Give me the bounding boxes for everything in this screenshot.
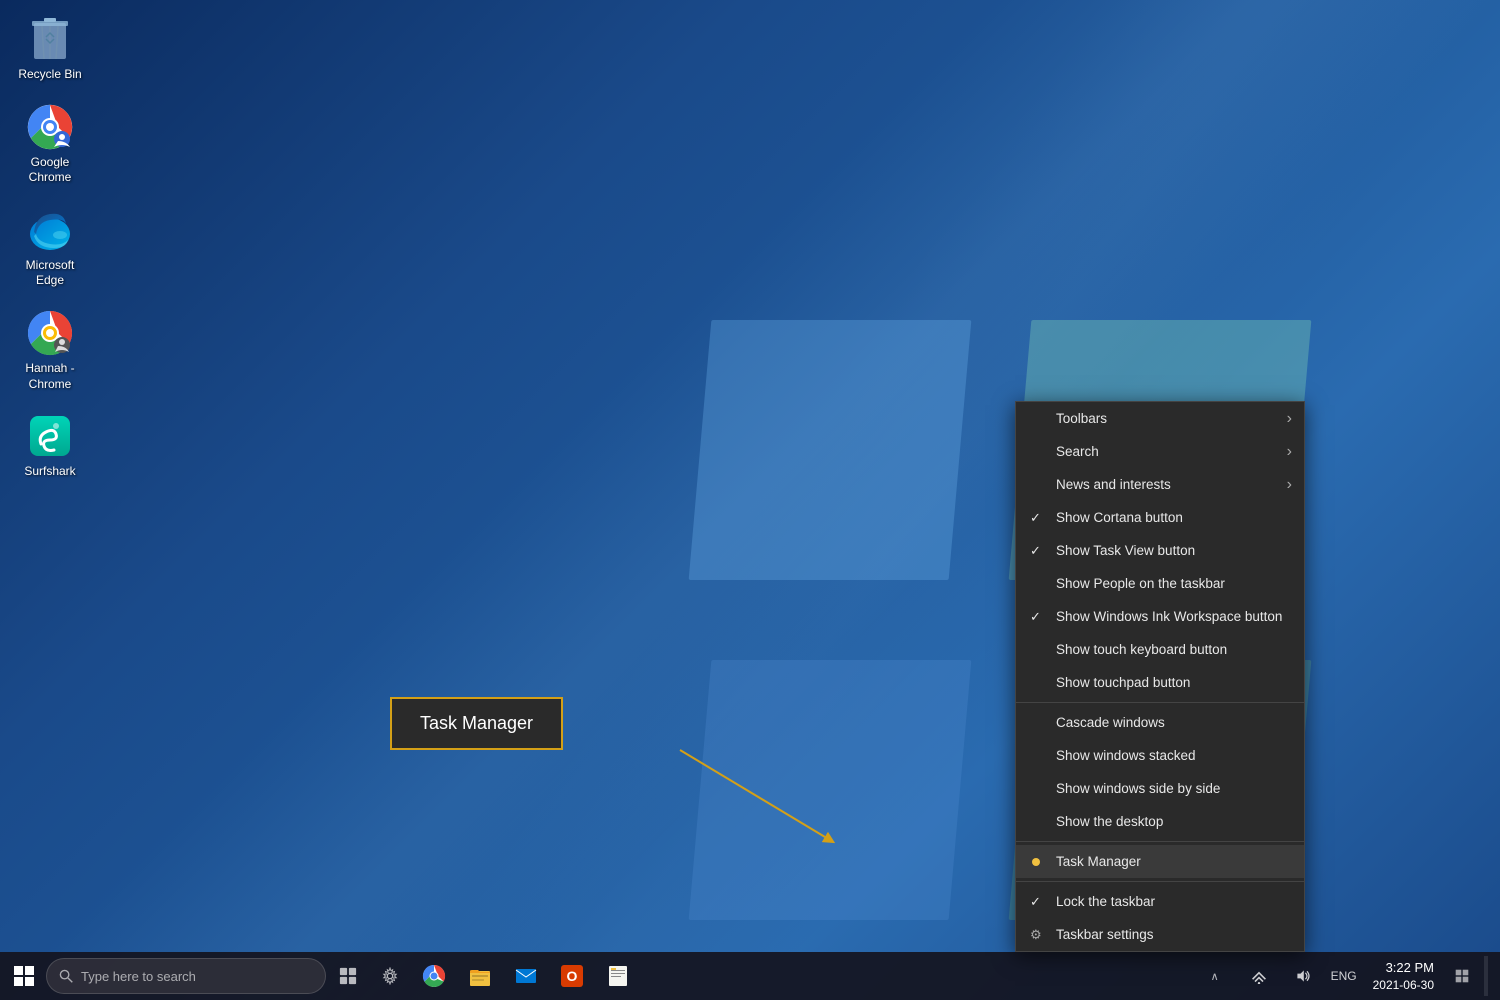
notification-icon (1455, 969, 1469, 983)
edge-image (26, 206, 74, 254)
menu-item-label-touchpad: Show touchpad button (1056, 675, 1190, 690)
taskbar: Type here to search (0, 952, 1500, 1000)
chrome-image (26, 103, 74, 151)
taskbar-mail-icon (514, 964, 538, 988)
svg-text:O: O (567, 968, 578, 984)
menu-item-taskbarsettings[interactable]: ⚙Taskbar settings (1016, 918, 1304, 951)
taskbar-office-app[interactable]: O (550, 954, 594, 998)
menu-item-label-cortana: Show Cortana button (1056, 510, 1183, 525)
taskbar-chrome-app[interactable] (412, 954, 456, 998)
recycle-bin-label: Recycle Bin (18, 67, 81, 83)
menu-item-label-people: Show People on the taskbar (1056, 576, 1225, 591)
hannah-chrome-image (26, 309, 74, 357)
start-button[interactable] (4, 956, 44, 996)
context-menu: Toolbars Search News and interests ✓Show Co… (1015, 401, 1305, 952)
menu-item-label-sidebyside: Show windows side by side (1056, 781, 1220, 796)
volume-svg-icon (1295, 968, 1311, 984)
menu-item-keyboard[interactable]: Show touch keyboard button (1016, 633, 1304, 666)
google-chrome-icon[interactable]: Google Chrome (10, 98, 90, 191)
menu-item-sidebyside[interactable]: Show windows side by side (1016, 772, 1304, 805)
taskbar-notes-app[interactable] (596, 954, 640, 998)
menu-item-toolbars[interactable]: Toolbars (1016, 402, 1304, 435)
task-manager-tooltip: Task Manager (390, 697, 563, 750)
taskbar-explorer-app[interactable] (458, 954, 502, 998)
menu-item-locktaskbar[interactable]: ✓Lock the taskbar (1016, 885, 1304, 918)
menu-divider (1016, 841, 1304, 842)
menu-item-label-taskbarsettings: Taskbar settings (1056, 927, 1154, 942)
system-clock[interactable]: 3:22 PM 2021-06-30 (1365, 957, 1442, 996)
taskbar-right: ∧ ENG 3:22 PM 2021-06-30 (1195, 956, 1496, 996)
recycle-bin-image (26, 15, 74, 63)
menu-item-label-desktop: Show the desktop (1056, 814, 1163, 829)
show-desktop-strip[interactable] (1484, 956, 1488, 996)
menu-item-touchpad[interactable]: Show touchpad button (1016, 666, 1304, 699)
settings-taskbar-button[interactable] (370, 956, 410, 996)
taskbar-mail-app[interactable] (504, 954, 548, 998)
menu-item-label-taskview: Show Task View button (1056, 543, 1195, 558)
menu-item-news[interactable]: News and interests (1016, 468, 1304, 501)
menu-divider (1016, 881, 1304, 882)
notification-button[interactable] (1446, 956, 1478, 996)
search-taskbar-icon (59, 969, 73, 983)
taskbar-explorer-icon (468, 964, 492, 988)
language-indicator[interactable]: ENG (1327, 967, 1361, 985)
microsoft-edge-icon[interactable]: Microsoft Edge (10, 201, 90, 294)
menu-item-ink[interactable]: ✓Show Windows Ink Workspace button (1016, 600, 1304, 633)
menu-item-label-keyboard: Show touch keyboard button (1056, 642, 1227, 657)
menu-item-label-news: News and interests (1056, 477, 1171, 492)
menu-item-label-stacked: Show windows stacked (1056, 748, 1196, 763)
menu-item-search[interactable]: Search (1016, 435, 1304, 468)
taskbar-chrome-icon (422, 964, 446, 988)
windows-icon (14, 966, 34, 986)
clock-date: 2021-06-30 (1373, 977, 1434, 994)
task-view-icon (339, 967, 357, 985)
menu-divider (1016, 702, 1304, 703)
menu-item-label-taskmanager: Task Manager (1056, 854, 1141, 869)
volume-icon[interactable] (1283, 956, 1323, 996)
surfshark-label: Surfshark (24, 464, 75, 480)
menu-item-label-search: Search (1056, 444, 1099, 459)
system-tray-icons[interactable]: ∧ (1195, 956, 1235, 996)
google-chrome-label: Google Chrome (15, 155, 85, 186)
menu-item-label-cascade: Cascade windows (1056, 715, 1165, 730)
network-icon[interactable] (1239, 956, 1279, 996)
network-svg-icon (1251, 968, 1267, 984)
task-view-button[interactable] (328, 956, 368, 996)
surfshark-icon[interactable]: Surfshark (10, 407, 90, 485)
menu-item-label-locktaskbar: Lock the taskbar (1056, 894, 1155, 909)
settings-taskbar-icon (381, 967, 399, 985)
menu-item-people[interactable]: Show People on the taskbar (1016, 567, 1304, 600)
hannah-chrome-icon[interactable]: Hannah - Chrome (10, 304, 90, 397)
taskbar-notes-icon (606, 964, 630, 988)
surfshark-image (26, 412, 74, 460)
hannah-chrome-label: Hannah - Chrome (15, 361, 85, 392)
task-manager-tooltip-label: Task Manager (420, 713, 533, 733)
menu-item-label-toolbars: Toolbars (1056, 411, 1107, 426)
menu-item-desktop[interactable]: Show the desktop (1016, 805, 1304, 838)
menu-item-stacked[interactable]: Show windows stacked (1016, 739, 1304, 772)
menu-item-label-ink: Show Windows Ink Workspace button (1056, 609, 1282, 624)
menu-item-cortana[interactable]: ✓Show Cortana button (1016, 501, 1304, 534)
clock-time: 3:22 PM (1373, 959, 1434, 977)
microsoft-edge-label: Microsoft Edge (15, 258, 85, 289)
menu-item-cascade[interactable]: Cascade windows (1016, 706, 1304, 739)
search-placeholder: Type here to search (81, 969, 196, 984)
recycle-bin-icon[interactable]: Recycle Bin (10, 10, 90, 88)
desktop-icons: Recycle Bin Google Chrome (10, 10, 90, 485)
menu-item-taskview[interactable]: ✓Show Task View button (1016, 534, 1304, 567)
menu-item-taskmanager[interactable]: Task Manager (1016, 845, 1304, 878)
taskbar-office-icon: O (560, 964, 584, 988)
taskbar-search[interactable]: Type here to search (46, 958, 326, 994)
